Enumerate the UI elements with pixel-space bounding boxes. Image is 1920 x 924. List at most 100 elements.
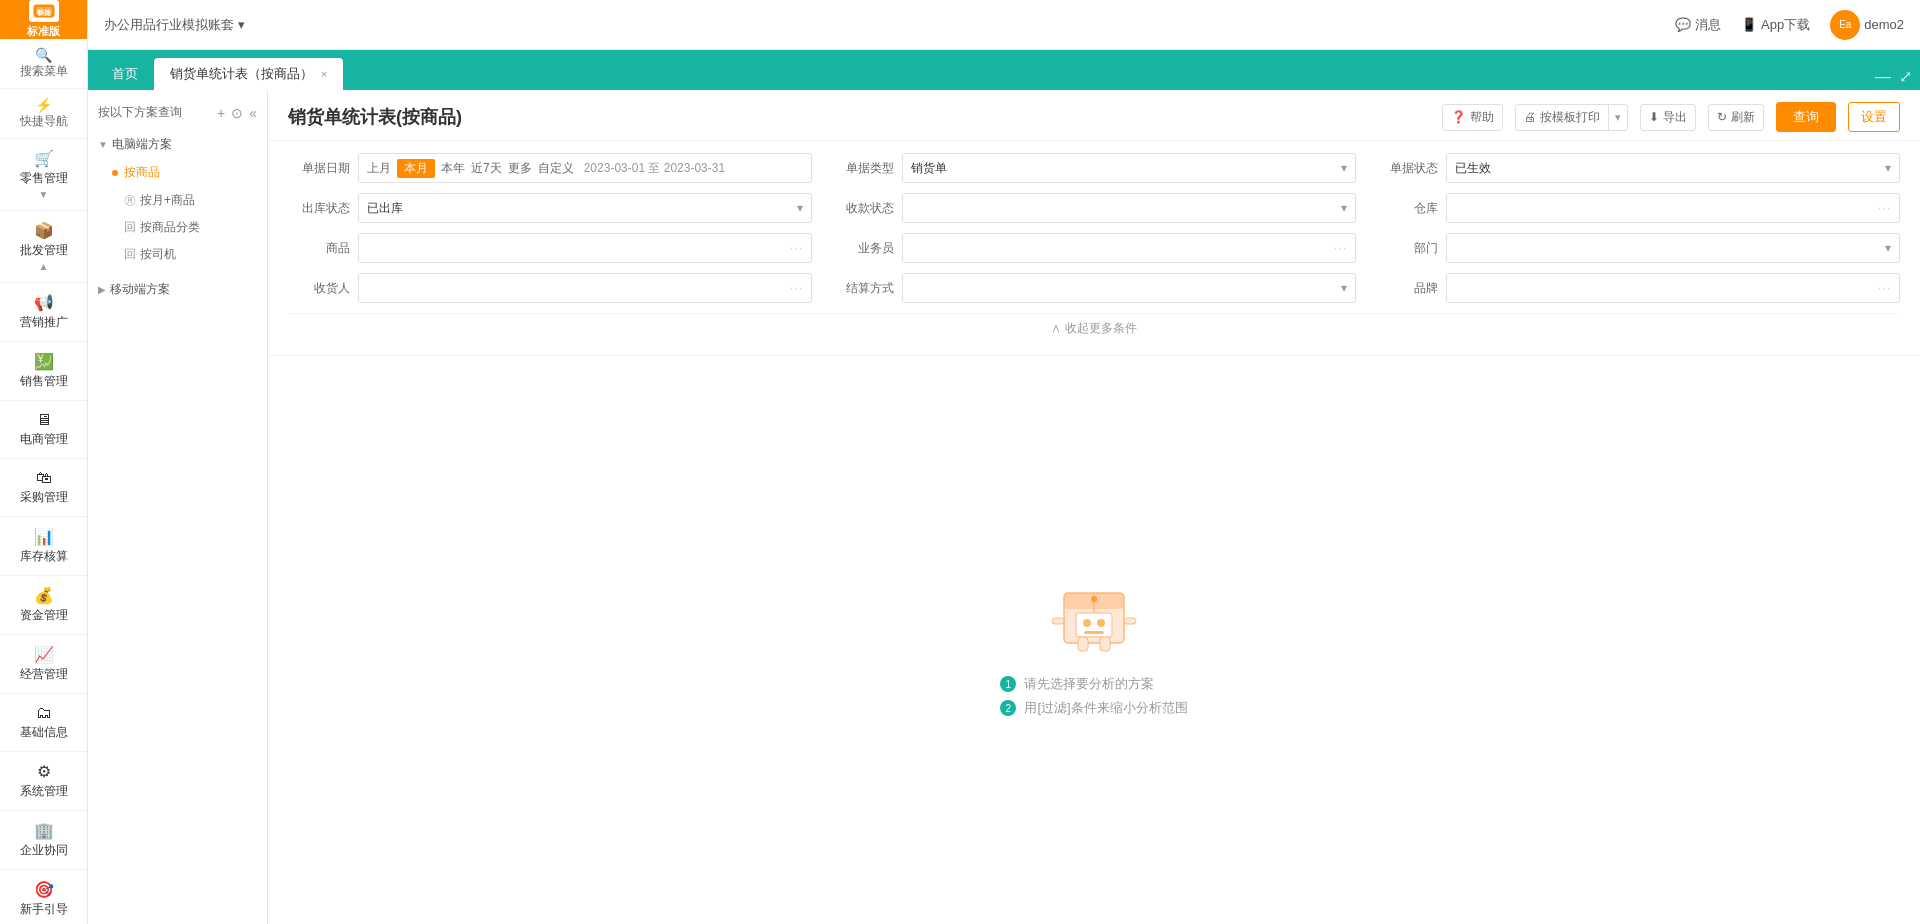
newuser-icon: 🎯	[34, 880, 54, 899]
message-icon: 💬	[1675, 17, 1691, 32]
marketing-icon: 📢	[34, 293, 54, 312]
scheme-item-by-category[interactable]: 回 按商品分类	[88, 214, 267, 241]
date-more[interactable]: 更多	[508, 160, 532, 177]
scheme-group-pc-header[interactable]: ▼ 电脑端方案	[88, 131, 267, 158]
sidebar-item-inventory[interactable]: 📊 库存核算	[0, 517, 87, 576]
out-status-value: 已出库	[367, 200, 403, 217]
brand-input[interactable]: ···	[1446, 273, 1900, 303]
out-status-input[interactable]: 已出库 ▾	[358, 193, 812, 223]
active-dot-icon	[112, 170, 118, 176]
tab-minimize-icon[interactable]: —	[1875, 68, 1891, 86]
print-label: 按模板打印	[1540, 109, 1600, 126]
settlement-input[interactable]: ▾	[902, 273, 1356, 303]
wholesale-label: 批发管理	[20, 242, 68, 259]
date-7days[interactable]: 近7天	[471, 160, 502, 177]
tab-maximize-icon[interactable]: ⤢	[1899, 67, 1912, 86]
sidebar-item-wholesale[interactable]: 📦 批发管理 ▲	[0, 211, 87, 283]
user-menu[interactable]: Ea demo2	[1830, 10, 1904, 40]
settlement-label: 结算方式	[832, 280, 902, 297]
sidebar-logo: 畅捷 标准版	[0, 0, 87, 39]
filter-row-4: 收货人 ··· 结算方式 ▾ 品牌 ···	[288, 273, 1900, 303]
print-main[interactable]: 🖨 按模板打印	[1516, 105, 1609, 130]
print-arrow-icon[interactable]: ▾	[1609, 107, 1627, 128]
scheme-collapse-icon[interactable]: «	[249, 105, 257, 121]
empty-steps: 1 请先选择要分析的方案 2 用[过滤]条件来缩小分析范围	[1000, 675, 1187, 717]
doc-status-caret-icon: ▾	[1885, 161, 1891, 175]
sidebar-item-ecommerce[interactable]: 🖥 电商管理	[0, 401, 87, 459]
filter-row-1: 单据日期 上月 本月 本年 近7天 更多 自定义 2023-03-01 至 20…	[288, 153, 1900, 183]
empty-illustration	[1034, 563, 1154, 663]
app-download-button[interactable]: 📱 App下载	[1741, 16, 1810, 34]
empty-step-2: 2 用[过滤]条件来缩小分析范围	[1000, 699, 1187, 717]
warehouse-input[interactable]: ···	[1446, 193, 1900, 223]
dept-label: 部门	[1376, 240, 1446, 257]
out-status-caret-icon: ▾	[797, 201, 803, 215]
enterprise-label: 企业协同	[20, 842, 68, 859]
retail-arrow-icon: ▼	[39, 189, 49, 200]
print-button[interactable]: 🖨 按模板打印 ▾	[1515, 104, 1628, 131]
help-label: 帮助	[1470, 109, 1494, 126]
date-this-month-pill[interactable]: 本月	[397, 159, 435, 178]
industry-dropdown[interactable]: 办公用品行业模拟账套 ▾	[104, 16, 245, 34]
scheme-item-by-driver[interactable]: 回 按司机	[88, 241, 267, 268]
content-area: 销货单统计表(按商品) ❓ 帮助 🖨 按模板打印 ▾ ⬇	[268, 90, 1920, 924]
sidebar-item-enterprise[interactable]: 🏢 企业协同	[0, 811, 87, 870]
collapse-bar[interactable]: ∧ 收起更多条件	[288, 313, 1900, 343]
sidebar-item-retail[interactable]: 🛒 零售管理 ▼	[0, 139, 87, 211]
query-button[interactable]: 查询	[1776, 102, 1836, 132]
date-custom[interactable]: 自定义	[538, 160, 574, 177]
sidebar-item-newuser[interactable]: 🎯 新手引导	[0, 870, 87, 924]
doc-type-label: 单据类型	[832, 160, 902, 177]
sidebar-item-marketing[interactable]: 📢 营销推广	[0, 283, 87, 342]
svg-point-8	[1097, 619, 1105, 627]
scheme-settings-icon[interactable]: ⊙	[231, 105, 243, 121]
payment-status-input[interactable]: ▾	[902, 193, 1356, 223]
tab-home[interactable]: 首页	[96, 58, 154, 90]
sidebar-item-system[interactable]: ⚙ 系统管理	[0, 752, 87, 811]
user-initial: Ea	[1839, 19, 1851, 30]
refresh-button[interactable]: ↻ 刷新	[1708, 104, 1764, 131]
goods-input[interactable]: ···	[358, 233, 812, 263]
quick-nav-item[interactable]: ⚡ 快捷导航	[0, 89, 87, 139]
dept-caret-icon: ▾	[1885, 241, 1891, 255]
doc-type-input[interactable]: 销货单 ▾	[902, 153, 1356, 183]
filter-row-2: 出库状态 已出库 ▾ 收款状态 ▾ 仓库 ···	[288, 193, 1900, 223]
sidebar-item-purchase[interactable]: 🛍 采购管理	[0, 459, 87, 517]
payment-status-label: 收款状态	[832, 200, 902, 217]
tab-close-icon[interactable]: ×	[321, 68, 327, 80]
pc-group-label: 电脑端方案	[112, 136, 172, 153]
messages-button[interactable]: 💬 消息	[1675, 16, 1721, 34]
tab-sales-report[interactable]: 销货单统计表（按商品） ×	[154, 58, 343, 90]
scheme-header-label: 按以下方案查询	[98, 104, 182, 121]
doc-status-input[interactable]: 已生效 ▾	[1446, 153, 1900, 183]
export-icon: ⬇	[1649, 110, 1659, 124]
search-menu-item[interactable]: 🔍 搜索菜单	[0, 39, 87, 89]
receiver-input[interactable]: ···	[358, 273, 812, 303]
sidebar-item-finance[interactable]: 💰 资金管理	[0, 576, 87, 635]
date-prev-month[interactable]: 上月	[367, 160, 391, 177]
user-avatar: Ea	[1830, 10, 1860, 40]
scheme-item-by-month-goods[interactable]: ㊊ 按月+商品	[88, 187, 267, 214]
goods-dots-icon: ···	[790, 241, 803, 255]
step-2-num: 2	[1000, 700, 1016, 716]
export-button[interactable]: ⬇ 导出	[1640, 104, 1696, 131]
scheme-add-icon[interactable]: +	[217, 105, 225, 121]
date-this-year[interactable]: 本年	[441, 160, 465, 177]
scheme-actions: + ⊙ «	[217, 105, 257, 121]
sub-icon-2: 回	[124, 219, 136, 236]
sidebar-item-operations[interactable]: 📈 经营管理	[0, 635, 87, 694]
salesman-input[interactable]: ···	[902, 233, 1356, 263]
settings-button[interactable]: 设置	[1848, 102, 1900, 132]
scheme-group-mobile-header[interactable]: ▶ 移动端方案	[88, 276, 267, 303]
sidebar-item-sales[interactable]: 💹 销售管理	[0, 342, 87, 401]
pc-group-arrow-icon: ▼	[98, 139, 108, 150]
svg-rect-9	[1084, 631, 1104, 634]
sidebar-item-basic[interactable]: 🗂 基础信息	[0, 694, 87, 752]
dept-input[interactable]: ▾	[1446, 233, 1900, 263]
help-button[interactable]: ❓ 帮助	[1442, 104, 1503, 131]
wholesale-arrow-icon: ▲	[39, 261, 49, 272]
scheme-item-by-goods[interactable]: 按商品	[88, 158, 267, 187]
date-label: 单据日期	[288, 160, 358, 177]
refresh-icon: ↻	[1717, 110, 1727, 124]
inventory-label: 库存核算	[20, 548, 68, 565]
